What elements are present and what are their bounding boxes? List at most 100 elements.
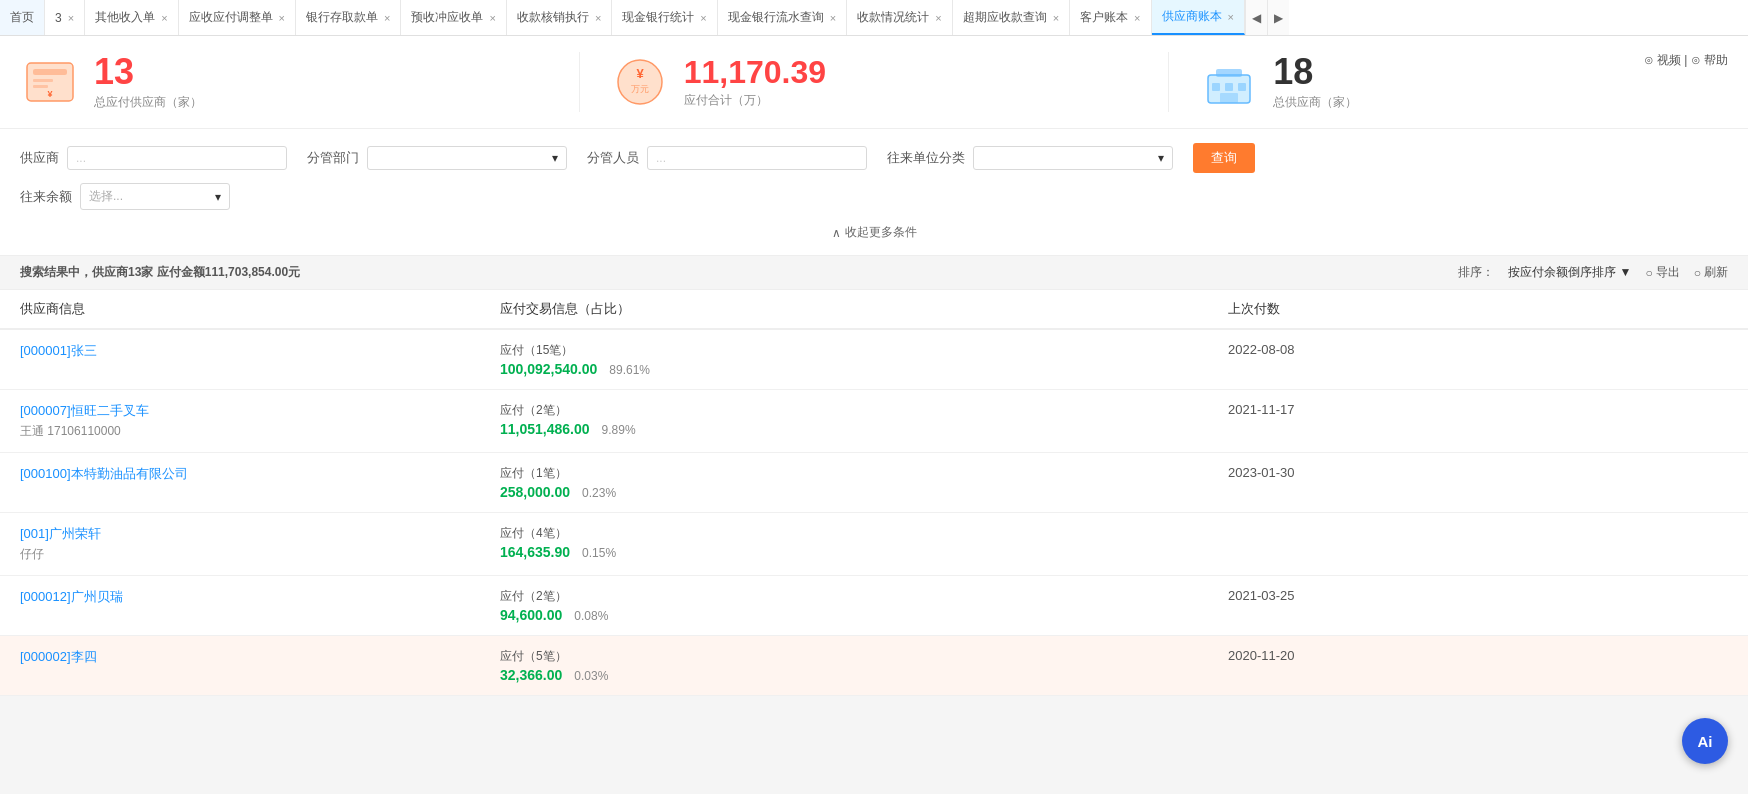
nav-tab-other-income-close[interactable]: × [161,12,167,24]
col-header-extra [1528,300,1728,318]
refresh-button[interactable]: ○ 刷新 [1694,264,1728,281]
row6-tx-row: 32,366.00 0.03% [500,667,1228,683]
nav-tab-adjustment-close[interactable]: × [279,12,285,24]
nav-tab-bank[interactable]: 银行存取款单 × [296,0,401,35]
row5-tx-info: 应付（2笔） 94,600.00 0.08% [500,588,1228,623]
row1-tx-percent: 89.61% [609,363,650,377]
collapse-bar: ∧ 收起更多条件 [20,220,1728,245]
nav-tab-collect-stat-close[interactable]: × [935,12,941,24]
export-button[interactable]: ○ 导出 [1646,264,1680,281]
result-info: 搜索结果中，供应商13家 应付金额111,703,854.00元 [20,264,300,281]
nav-tab-customer-ledger-close[interactable]: × [1134,12,1140,24]
svg-text:¥: ¥ [636,66,644,81]
row4-supplier-name[interactable]: [001]广州荣轩 [20,525,500,543]
person-input[interactable]: ... [647,146,867,170]
summary-card-payable-amount-content: 11,170.39 应付合计（万） [684,56,826,109]
nav-tab-cash-flow[interactable]: 现金银行流水查询 × [718,0,847,35]
nav-tab-other-income[interactable]: 其他收入单 × [85,0,178,35]
nav-tab-supplier-ledger-close[interactable]: × [1228,11,1234,23]
svg-text:万元: 万元 [631,84,649,94]
svg-rect-10 [1212,83,1220,91]
row3-tx-label: 应付（1笔） [500,465,1228,482]
table-row: [000001]张三 应付（15笔） 100,092,540.00 89.61%… [0,330,1748,390]
row5-supplier-name[interactable]: [000012]广州贝瑞 [20,588,500,606]
nav-tab-customer-ledger[interactable]: 客户账本 × [1070,0,1151,35]
query-button[interactable]: 查询 [1193,143,1255,173]
row6-supplier-info: [000002]李四 [20,648,500,683]
balance-select[interactable]: 选择... ▾ [80,183,230,210]
row6-tx-label: 应付（5笔） [500,648,1228,665]
row2-supplier-name[interactable]: [000007]恒旺二手叉车 [20,402,500,420]
svg-rect-1 [33,69,67,75]
video-link[interactable]: 视频 [1657,53,1681,67]
nav-tab-3-label: 3 [55,11,62,25]
row3-tx-row: 258,000.00 0.23% [500,484,1228,500]
nav-tab-prepay[interactable]: 预收冲应收单 × [401,0,506,35]
nav-tab-adjustment[interactable]: 应收应付调整单 × [179,0,296,35]
summary-divider-2 [1168,52,1169,112]
summary-divider-1 [579,52,580,112]
filter-row-2: 往来余额 选择... ▾ [20,183,1728,210]
collapse-button[interactable]: ∧ 收起更多条件 [832,224,917,241]
refresh-label: 刷新 [1704,264,1728,281]
row2-tx-info: 应付（2笔） 11,051,486.00 9.89% [500,402,1228,440]
row3-tx-amount[interactable]: 258,000.00 [500,484,570,500]
table-row: [000002]李四 应付（5笔） 32,366.00 0.03% 2020-1… [0,636,1748,696]
nav-arrow-left[interactable]: ◀ [1245,0,1267,36]
nav-tab-overdue[interactable]: 超期应收款查询 × [953,0,1070,35]
nav-tab-collect-stat[interactable]: 收款情况统计 × [847,0,952,35]
row4-tx-info: 应付（4笔） 164,635.90 0.15% [500,525,1228,563]
nav-tab-3[interactable]: 3 × [45,0,85,35]
help-link[interactable]: 帮助 [1704,53,1728,67]
row6-supplier-name[interactable]: [000002]李四 [20,648,500,666]
row4-tx-percent: 0.15% [582,546,616,560]
result-info-amount: 应付金额111,703,854.00元 [157,265,300,279]
nav-tab-supplier-ledger[interactable]: 供应商账本 × [1152,0,1245,35]
top-navigation: 首页 3 × 其他收入单 × 应收应付调整单 × 银行存取款单 × 预收冲应收单… [0,0,1748,36]
row1-tx-amount[interactable]: 100,092,540.00 [500,361,597,377]
row4-tx-amount[interactable]: 164,635.90 [500,544,570,560]
col-header-supplier: 供应商信息 [20,300,500,318]
nav-tab-bank-close[interactable]: × [384,12,390,24]
row3-supplier-info: [000100]本特勤油品有限公司 [20,465,500,500]
nav-tab-collect[interactable]: 收款核销执行 × [507,0,612,35]
total-suppliers-icon [1199,52,1259,112]
payable-suppliers-value: 13 [94,54,202,90]
col-header-tx: 应付交易信息（占比） [500,300,1228,318]
supplier-input[interactable]: ... [67,146,287,170]
row3-supplier-name[interactable]: [000100]本特勤油品有限公司 [20,465,500,483]
nav-tab-cash-stat[interactable]: 现金银行统计 × [612,0,717,35]
row1-supplier-name[interactable]: [000001]张三 [20,342,500,360]
row3-tx-percent: 0.23% [582,486,616,500]
nav-tab-home[interactable]: 首页 [0,0,45,35]
result-actions: 排序： 按应付余额倒序排序 ▼ ○ 导出 ○ 刷新 [1458,264,1728,281]
svg-text:¥: ¥ [47,89,52,99]
nav-tab-collect-close[interactable]: × [595,12,601,24]
nav-tab-cash-stat-close[interactable]: × [700,12,706,24]
category-label: 往来单位分类 [887,149,965,167]
nav-tab-cash-flow-close[interactable]: × [830,12,836,24]
row6-tx-percent: 0.03% [574,669,608,683]
sort-value[interactable]: 按应付余额倒序排序 ▼ [1508,264,1631,281]
row6-tx-amount[interactable]: 32,366.00 [500,667,562,683]
balance-placeholder: 选择... [89,188,123,205]
nav-tab-bank-label: 银行存取款单 [306,9,378,26]
nav-tab-prepay-close[interactable]: × [489,12,495,24]
summary-card-payable-suppliers-content: 13 总应付供应商（家） [94,54,202,111]
table-row: [000100]本特勤油品有限公司 应付（1笔） 258,000.00 0.23… [0,453,1748,513]
row6-extra [1528,648,1728,683]
sort-chevron-icon: ▼ [1620,265,1632,279]
row2-tx-row: 11,051,486.00 9.89% [500,421,1228,437]
row3-last-pay: 2023-01-30 [1228,465,1528,500]
supplier-placeholder: ... [76,151,86,165]
svg-rect-12 [1238,83,1246,91]
summary-card-total-suppliers-content: 18 总供应商（家） [1273,54,1357,111]
dept-select[interactable]: ▾ [367,146,567,170]
nav-tab-3-close[interactable]: × [68,12,74,24]
nav-tab-overdue-close[interactable]: × [1053,12,1059,24]
row2-tx-amount[interactable]: 11,051,486.00 [500,421,590,437]
row5-tx-amount[interactable]: 94,600.00 [500,607,562,623]
nav-arrow-right[interactable]: ▶ [1267,0,1289,36]
category-select[interactable]: ▾ [973,146,1173,170]
svg-rect-11 [1225,83,1233,91]
